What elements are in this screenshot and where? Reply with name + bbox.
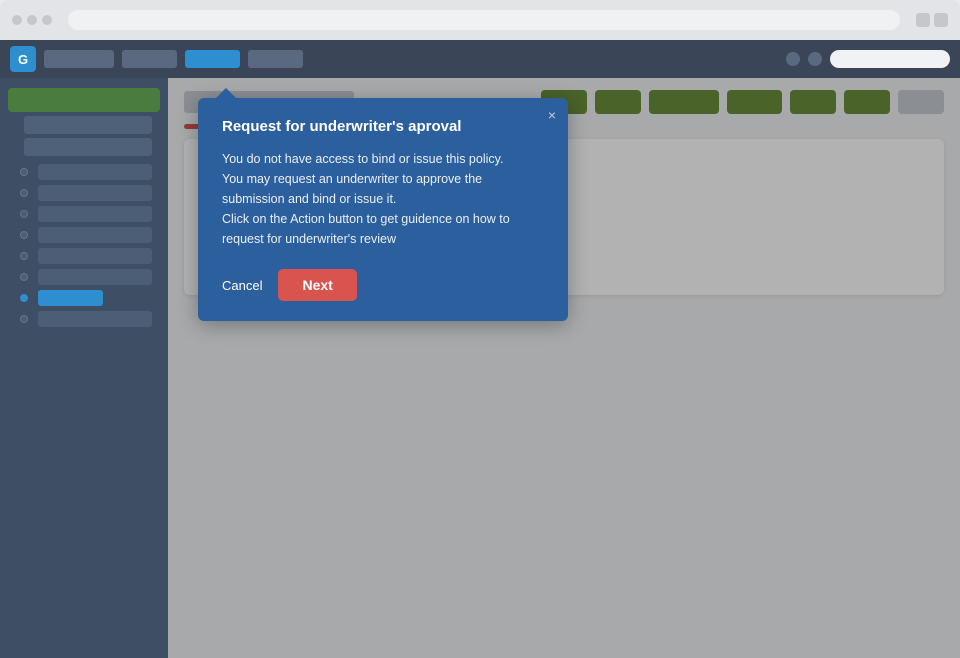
modal-dialog: × Request for underwriter's aproval You … [198, 98, 568, 321]
app-logo: G [10, 46, 36, 72]
browser-nav-buttons [916, 13, 948, 27]
header-tab-1[interactable] [44, 50, 114, 68]
sidebar-dot-7 [20, 252, 28, 260]
sidebar-dot-5 [20, 210, 28, 218]
modal-title: Request for underwriter's aproval [222, 118, 544, 135]
sidebar-active-item[interactable] [8, 88, 160, 112]
header-tab-active[interactable] [185, 50, 240, 68]
sidebar-item-3[interactable] [38, 164, 152, 180]
sidebar-item-6[interactable] [38, 227, 152, 243]
dot-minimize [27, 15, 37, 25]
sidebar-item-active[interactable] [38, 290, 103, 306]
sidebar-dot-8 [20, 273, 28, 281]
sidebar-dot-3 [20, 168, 28, 176]
header-tab-4[interactable] [248, 50, 303, 68]
cancel-button[interactable]: Cancel [222, 278, 262, 293]
browser-dots [12, 15, 52, 25]
main-content: × Request for underwriter's aproval You … [168, 78, 960, 658]
app-body: × Request for underwriter's aproval You … [0, 78, 960, 658]
sidebar-item-4[interactable] [38, 185, 152, 201]
browser-chrome [0, 0, 960, 40]
sidebar-item-1[interactable] [24, 116, 152, 134]
header-tab-2[interactable] [122, 50, 177, 68]
sidebar-item-8[interactable] [38, 269, 152, 285]
header-search[interactable] [830, 50, 950, 68]
modal-arrow [216, 88, 236, 98]
nav-btn-1 [916, 13, 930, 27]
address-bar[interactable] [68, 10, 900, 30]
header-circle-1 [786, 52, 800, 66]
sidebar-dot-9 [20, 315, 28, 323]
app-header: G [0, 40, 960, 78]
sidebar-dot-4 [20, 189, 28, 197]
sidebar [0, 78, 168, 658]
modal-actions: Cancel Next [222, 269, 544, 301]
sidebar-item-7[interactable] [38, 248, 152, 264]
sidebar-item-2[interactable] [24, 138, 152, 156]
sidebar-item-5[interactable] [38, 206, 152, 222]
app-window: G [0, 40, 960, 658]
sidebar-dot-6 [20, 231, 28, 239]
dot-maximize [42, 15, 52, 25]
header-circle-2 [808, 52, 822, 66]
sidebar-item-9[interactable] [38, 311, 152, 327]
next-button[interactable]: Next [278, 269, 356, 301]
nav-btn-2 [934, 13, 948, 27]
modal-overlay: × Request for underwriter's aproval You … [168, 78, 960, 658]
modal-close-button[interactable]: × [548, 108, 556, 122]
sidebar-dot-active [20, 294, 28, 302]
modal-body: You do not have access to bind or issue … [222, 149, 544, 249]
dot-close [12, 15, 22, 25]
